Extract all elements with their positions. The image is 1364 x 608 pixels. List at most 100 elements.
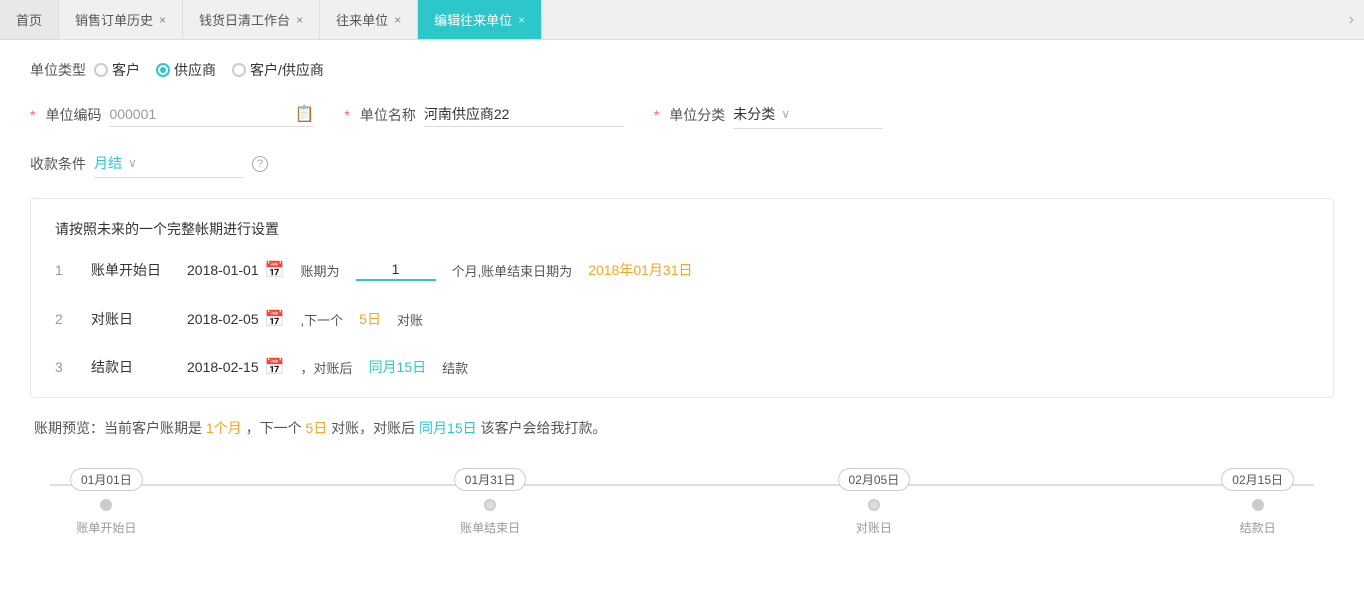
grid-row-1: 1 账单开始日 2018-01-01 📅 账期为 个月,账单结束日期为 2018… [55,259,1309,281]
main-content: 单位类型 客户 供应商 客户/供应商 * 单位编码 [0,40,1364,608]
row-1-period-unit: 个月,账单结束日期为 [452,261,573,280]
radio-customer-supplier-circle [232,63,246,77]
grid-row-2: 2 对账日 2018-02-05 📅 ,下一个 5日 对账 [55,309,1309,329]
timeline-points: 01月01日 账单开始日 01月31日 账单结束日 02月05日 对账日 [70,468,1294,536]
row-3-desc-highlight: 同月15日 [369,357,427,377]
row-2-desc-highlight: 5日 [359,309,381,329]
tab-edit-partner-label: 编辑往来单位 [434,10,512,29]
payment-terms-select[interactable]: 月结 ∨ [94,149,244,178]
timeline-date-2: 01月31日 [465,473,516,487]
unit-code-input-wrapper: 📋 [109,102,314,127]
timeline-label-1: 账单开始日 [76,519,136,536]
unit-code-icon[interactable]: 📋 [294,104,314,124]
payment-terms-row: 收款条件 月结 ∨ ? [30,149,1334,178]
row-3-date-value: 2018-02-15 [187,359,259,375]
radio-customer-circle [94,63,108,77]
payment-terms-arrow: ∨ [128,156,137,170]
tab-sales-history-close[interactable]: × [159,13,166,27]
timeline-label-2: 账单结束日 [460,519,520,536]
row-1-label: 账单开始日 [91,260,171,280]
radio-group: 客户 供应商 客户/供应商 [94,60,324,80]
timeline-dot-3 [868,499,880,511]
tab-edit-partner-close[interactable]: × [518,13,525,27]
tab-sales-history[interactable]: 销售订单历史 × [59,0,183,39]
unit-code-star: * [30,107,35,123]
payment-terms-help-icon[interactable]: ? [252,156,268,172]
unit-type-group: 单位类型 客户 供应商 客户/供应商 [30,60,324,80]
timeline-point-4: 02月15日 结款日 [1221,468,1294,536]
timeline-badge-1: 01月01日 [70,468,143,491]
preview-text: 账期预览：当前客户账期是 1个月 ，下一个 5日 对账，对账后 同月15日 该客… [30,418,1334,438]
preview-highlight3: 同月15日 [419,420,477,436]
tab-partner-close[interactable]: × [394,13,401,27]
row-3-desc-prefix: ，对账后 [301,358,353,377]
unit-name-star: * [344,107,349,123]
tab-home[interactable]: 首页 [0,0,59,39]
preview-middle2: 对账，对账后 [331,420,415,436]
unit-category-label: 单位分类 [669,105,725,125]
radio-customer-supplier[interactable]: 客户/供应商 [232,60,324,80]
timeline-point-1: 01月01日 账单开始日 [70,468,143,536]
tab-partner-label: 往来单位 [336,10,388,29]
unit-code-group: * 单位编码 📋 [30,102,314,127]
row-3-calendar-icon[interactable]: 📅 [265,357,285,377]
preview-prefix: 账期预览：当前客户账期是 [34,420,202,436]
unit-category-star: * [654,107,659,123]
unit-category-select[interactable]: 未分类 ∨ [733,100,883,129]
timeline-badge-3: 02月05日 [838,468,911,491]
unit-category-value: 未分类 [733,104,775,124]
tab-partner[interactable]: 往来单位 × [320,0,418,39]
tab-edit-partner[interactable]: 编辑往来单位 × [418,0,542,39]
timeline-badge-2: 01月31日 [454,468,527,491]
payment-terms-label: 收款条件 [30,154,86,174]
radio-supplier[interactable]: 供应商 [156,60,216,80]
timeline-date-4: 02月15日 [1232,473,1283,487]
tab-sales-history-label: 销售订单历史 [75,10,153,29]
radio-supplier-label: 供应商 [174,60,216,80]
timeline-dot-4 [1252,499,1264,511]
unit-type-row: 单位类型 客户 供应商 客户/供应商 [30,60,1334,80]
unit-category-group: * 单位分类 未分类 ∨ [654,100,883,129]
unit-type-label: 单位类型 [30,60,86,80]
timeline-date-3: 02月05日 [849,473,900,487]
unit-code-label: 单位编码 [45,105,101,125]
preview-middle1: ，下一个 [246,420,302,436]
row-2-number: 2 [55,311,75,327]
timeline-wrapper: 01月01日 账单开始日 01月31日 账单结束日 02月05日 对账日 [30,468,1334,536]
preview-highlight2: 5日 [305,420,327,436]
row-3-desc-suffix: 结款 [442,358,468,377]
timeline-dot-1 [100,499,112,511]
row-2-desc-suffix: 对账 [397,310,423,329]
row-2-calendar-icon[interactable]: 📅 [265,309,285,329]
radio-customer[interactable]: 客户 [94,60,140,80]
timeline-date-1: 01月01日 [81,473,132,487]
timeline-point-3: 02月05日 对账日 [838,468,911,536]
unit-code-input[interactable] [109,102,290,126]
row-3-label: 结款日 [91,357,171,377]
row-1-calendar-icon[interactable]: 📅 [265,260,285,280]
row-3-date-field: 2018-02-15 📅 [187,357,285,377]
tab-cash-work-label: 钱货日清工作台 [199,10,290,29]
period-settings-section: 请按照未来的一个完整帐期进行设置 1 账单开始日 2018-01-01 📅 账期… [30,198,1334,398]
unit-name-label: 单位名称 [360,105,416,125]
tab-expand-icon[interactable]: › [1339,11,1364,29]
row-1-end-date: 2018年01月31日 [588,260,692,280]
tab-home-label: 首页 [16,10,42,29]
period-input[interactable] [356,259,436,281]
row-2-label: 对账日 [91,309,171,329]
radio-supplier-circle [156,63,170,77]
unit-name-input[interactable] [424,102,624,127]
payment-terms-group: 收款条件 月结 ∨ ? [30,149,268,178]
tab-cash-work-close[interactable]: × [296,13,303,27]
row-2-date-field: 2018-02-05 📅 [187,309,285,329]
unit-name-group: * 单位名称 [344,102,623,127]
grid-row-3: 3 结款日 2018-02-15 📅 ，对账后 同月15日 结款 [55,357,1309,377]
tab-cash-work[interactable]: 钱货日清工作台 × [183,0,320,39]
row-2-desc-prefix: ,下一个 [301,310,344,329]
row-1-date-field: 2018-01-01 📅 [187,260,285,280]
row-1-date-value: 2018-01-01 [187,262,259,278]
row-1-number: 1 [55,262,75,278]
timeline-dot-2 [484,499,496,511]
timeline-point-2: 01月31日 账单结束日 [454,468,527,536]
timeline-badge-4: 02月15日 [1221,468,1294,491]
